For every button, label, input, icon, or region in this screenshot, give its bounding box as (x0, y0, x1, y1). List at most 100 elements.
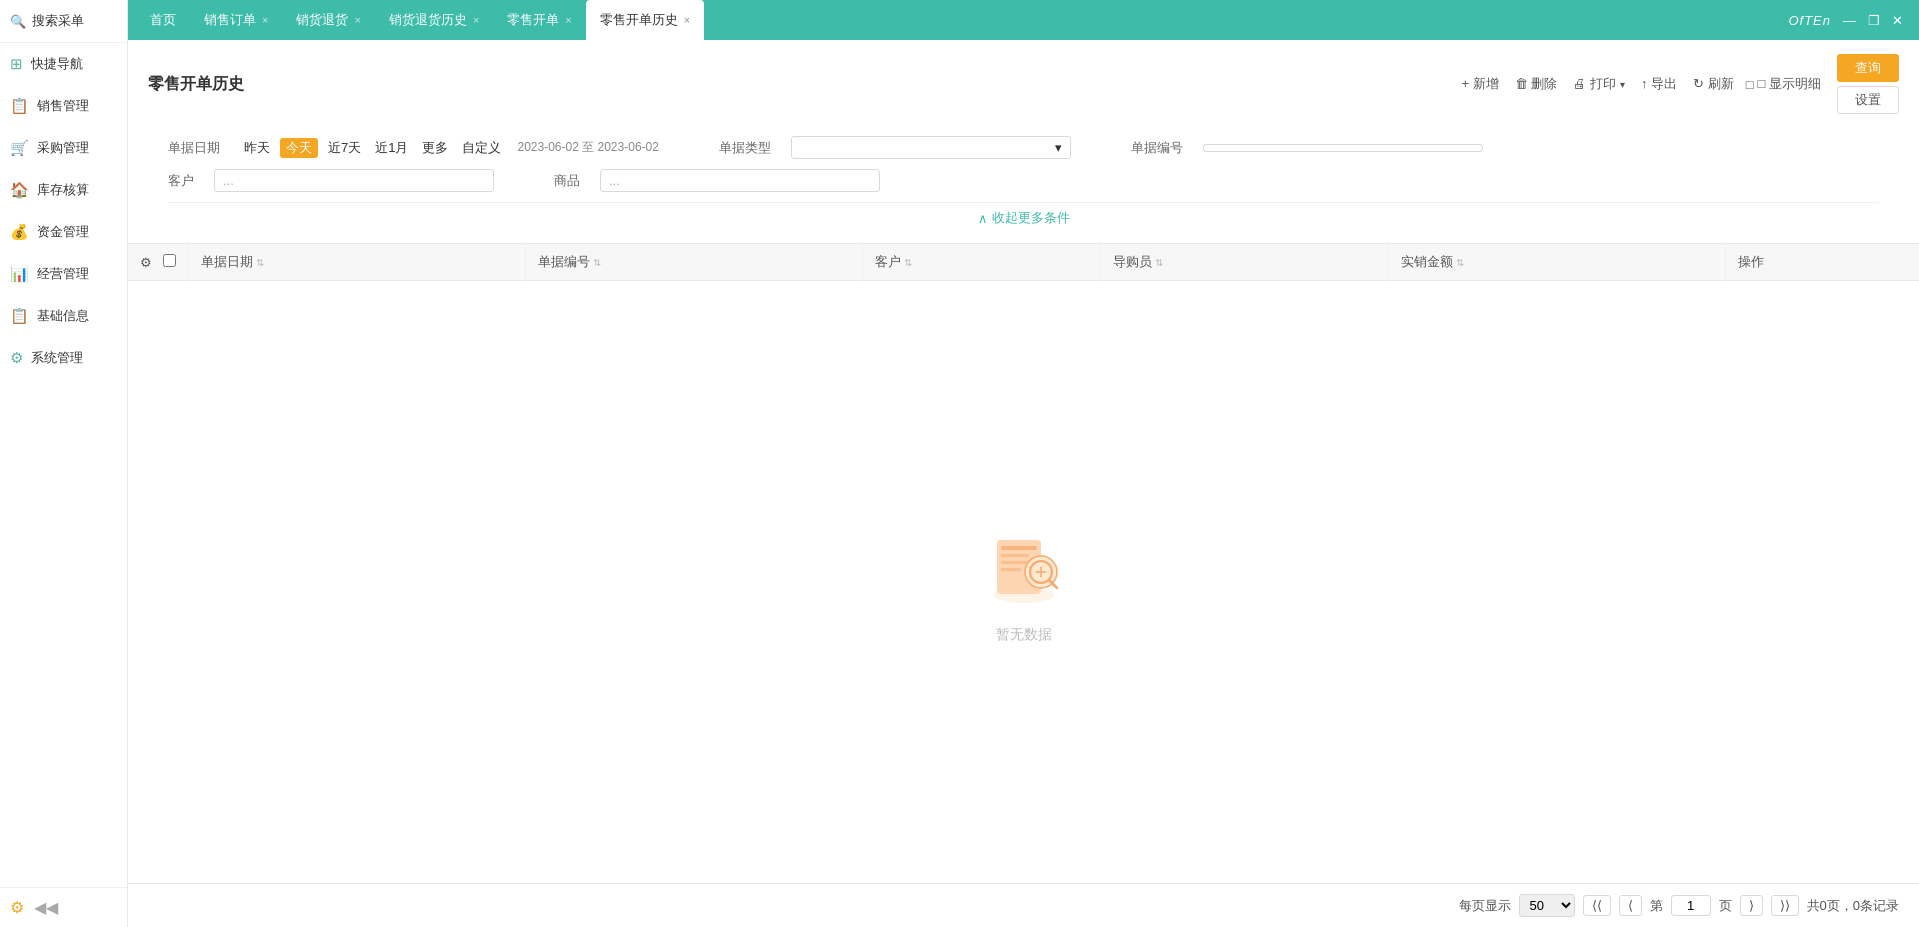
sidebar-item-label: 快捷导航 (31, 55, 83, 73)
customer-input[interactable]: ... (214, 169, 494, 192)
col-date-sort[interactable]: 单据日期 (201, 253, 513, 271)
yesterday-option[interactable]: 昨天 (240, 138, 274, 158)
system-icon: ⚙ (10, 349, 23, 367)
collapse-button[interactable]: ∧ 收起更多条件 (978, 209, 1070, 227)
window-close-btn[interactable]: ✕ (1892, 13, 1903, 28)
sidebar-item-finance-mgmt[interactable]: 💰 资金管理 (0, 211, 127, 253)
table-container: ⚙ 单据日期 单据编号 客户 (128, 244, 1919, 883)
tab-sales-return-history-close[interactable]: × (473, 14, 479, 26)
page-size-select[interactable]: 20 50 100 (1519, 894, 1575, 917)
sidebar-item-label: 采购管理 (37, 139, 89, 157)
action-buttons: 查询 设置 (1837, 54, 1899, 114)
window-minimize-btn[interactable]: — (1843, 13, 1856, 28)
print-button[interactable]: 🖨 打印 ▾ (1569, 75, 1625, 93)
tab-sales-return-history-label: 销货退货历史 (389, 11, 467, 29)
operations-icon: 📊 (10, 265, 29, 283)
tab-retail-open-history-label: 零售开单历史 (600, 11, 678, 29)
purchase-icon: 🛒 (10, 139, 29, 157)
col-customer-sort[interactable]: 客户 (875, 253, 1088, 271)
sidebar-item-operations-mgmt[interactable]: 📊 经营管理 (0, 253, 127, 295)
delete-button[interactable]: 🗑 删除 (1511, 75, 1558, 93)
last-month-option[interactable]: 近1月 (371, 138, 412, 158)
svg-rect-5 (1001, 568, 1021, 571)
col-no-sort[interactable]: 单据编号 (538, 253, 850, 271)
more-option[interactable]: 更多 (418, 138, 452, 158)
select-all-checkbox[interactable] (163, 254, 176, 267)
col-customer[interactable]: 客户 (863, 244, 1101, 281)
checkbox-icon: □ (1746, 77, 1754, 92)
doc-no-input[interactable] (1203, 144, 1483, 152)
filter-area: 单据日期 昨天 今天 近7天 近1月 更多 自定义 2023-06-02 至 2… (148, 126, 1899, 243)
tab-sales-order[interactable]: 销售订单 × (190, 0, 282, 40)
window-restore-btn[interactable]: ❐ (1868, 13, 1880, 28)
sidebar-item-label: 系统管理 (31, 349, 83, 367)
doc-type-select[interactable]: ▾ (791, 136, 1071, 159)
page-header: 零售开单历史 + 新增 🗑 删除 🖨 打印 (128, 40, 1919, 244)
tab-home-label: 首页 (150, 11, 176, 29)
display-detail-button[interactable]: □ □ 显示明细 (1746, 75, 1821, 93)
total-info: 共0页，0条记录 (1807, 897, 1899, 915)
last-page-button[interactable]: ⟩⟩ (1771, 895, 1799, 916)
sidebar-item-inventory[interactable]: 🏠 库存核算 (0, 169, 127, 211)
col-guide-sort[interactable]: 导购员 (1113, 253, 1375, 271)
refresh-button[interactable]: ↻ 刷新 (1689, 75, 1734, 93)
collapse-sidebar-icon[interactable]: ◀◀ (34, 898, 58, 917)
sidebar-item-quick-nav[interactable]: ⊞ 快捷导航 (0, 43, 127, 85)
page-title-row: 零售开单历史 + 新增 🗑 删除 🖨 打印 (148, 54, 1899, 114)
tab-sales-return-history[interactable]: 销货退货历史 × (375, 0, 493, 40)
settings-col-icon[interactable]: ⚙ (140, 255, 152, 270)
empty-text: 暂无数据 (996, 626, 1052, 644)
today-option[interactable]: 今天 (280, 138, 318, 158)
prev-page-button[interactable]: ⟨ (1619, 895, 1642, 916)
export-label: ↑ 导出 (1641, 75, 1677, 93)
query-button[interactable]: 查询 (1837, 54, 1899, 82)
last7-option[interactable]: 近7天 (324, 138, 365, 158)
tab-sales-return-close[interactable]: × (354, 14, 360, 26)
tab-bar-right: OfTEn — ❐ ✕ (1788, 13, 1911, 28)
page-size-label: 每页显示 (1459, 897, 1511, 915)
next-page-button[interactable]: ⟩ (1740, 895, 1763, 916)
quick-nav-icon: ⊞ (10, 55, 23, 73)
refresh-label: ↻ 刷新 (1693, 75, 1734, 93)
sidebar-item-basic-info[interactable]: 📋 基础信息 (0, 295, 127, 337)
export-button[interactable]: ↑ 导出 (1637, 75, 1677, 93)
display-label: □ 显示明细 (1758, 75, 1821, 93)
col-date[interactable]: 单据日期 (188, 244, 525, 281)
sidebar-item-label: 库存核算 (37, 181, 89, 199)
sidebar-item-sales-mgmt[interactable]: 📋 销售管理 (0, 85, 127, 127)
tab-retail-open-history-close[interactable]: × (684, 14, 690, 26)
settings-bottom-icon[interactable]: ⚙ (10, 898, 24, 917)
custom-option[interactable]: 自定义 (458, 138, 505, 158)
first-page-button[interactable]: ⟨⟨ (1583, 895, 1611, 916)
setting-button[interactable]: 设置 (1837, 86, 1899, 114)
tab-home[interactable]: 首页 (136, 0, 190, 40)
tab-retail-open-close[interactable]: × (565, 14, 571, 26)
goods-input[interactable]: ... (600, 169, 880, 192)
tab-bar: 首页 销售订单 × 销货退货 × 销货退货历史 × 零售开单 × 零售开单历史 … (128, 0, 1919, 40)
add-button[interactable]: + 新增 (1457, 75, 1498, 93)
col-amount-sort[interactable]: 实销金额 (1401, 253, 1713, 271)
current-page-input[interactable] (1671, 895, 1711, 916)
doc-type-dropdown-icon: ▾ (1055, 140, 1062, 155)
sidebar-search[interactable]: 🔍 搜索采单 (0, 0, 127, 43)
brand-name: OfTEn (1788, 13, 1831, 28)
col-guide[interactable]: 导购员 (1101, 244, 1388, 281)
sidebar: 🔍 搜索采单 ⊞ 快捷导航 📋 销售管理 🛒 采购管理 🏠 库存核算 💰 资金管… (0, 0, 128, 927)
sidebar-item-system-mgmt[interactable]: ⚙ 系统管理 (0, 337, 127, 379)
date-options: 昨天 今天 近7天 近1月 更多 自定义 2023-06-02 至 2023-0… (240, 138, 659, 158)
finance-icon: 💰 (10, 223, 29, 241)
print-label: 🖨 打印 (1573, 75, 1616, 93)
sidebar-item-label: 经营管理 (37, 265, 89, 283)
tab-retail-open[interactable]: 零售开单 × (493, 0, 585, 40)
tab-retail-open-history[interactable]: 零售开单历史 × (586, 0, 704, 40)
col-amount[interactable]: 实销金额 (1388, 244, 1725, 281)
tab-sales-return[interactable]: 销货退货 × (282, 0, 374, 40)
customer-label: 客户 (168, 172, 194, 190)
sidebar-item-purchase-mgmt[interactable]: 🛒 采购管理 (0, 127, 127, 169)
col-no[interactable]: 单据编号 (526, 244, 863, 281)
tab-sales-order-close[interactable]: × (262, 14, 268, 26)
tab-sales-order-label: 销售订单 (204, 11, 256, 29)
basic-info-icon: 📋 (10, 307, 29, 325)
filter-row-1: 单据日期 昨天 今天 近7天 近1月 更多 自定义 2023-06-02 至 2… (168, 136, 1879, 159)
add-label: + 新增 (1461, 75, 1498, 93)
